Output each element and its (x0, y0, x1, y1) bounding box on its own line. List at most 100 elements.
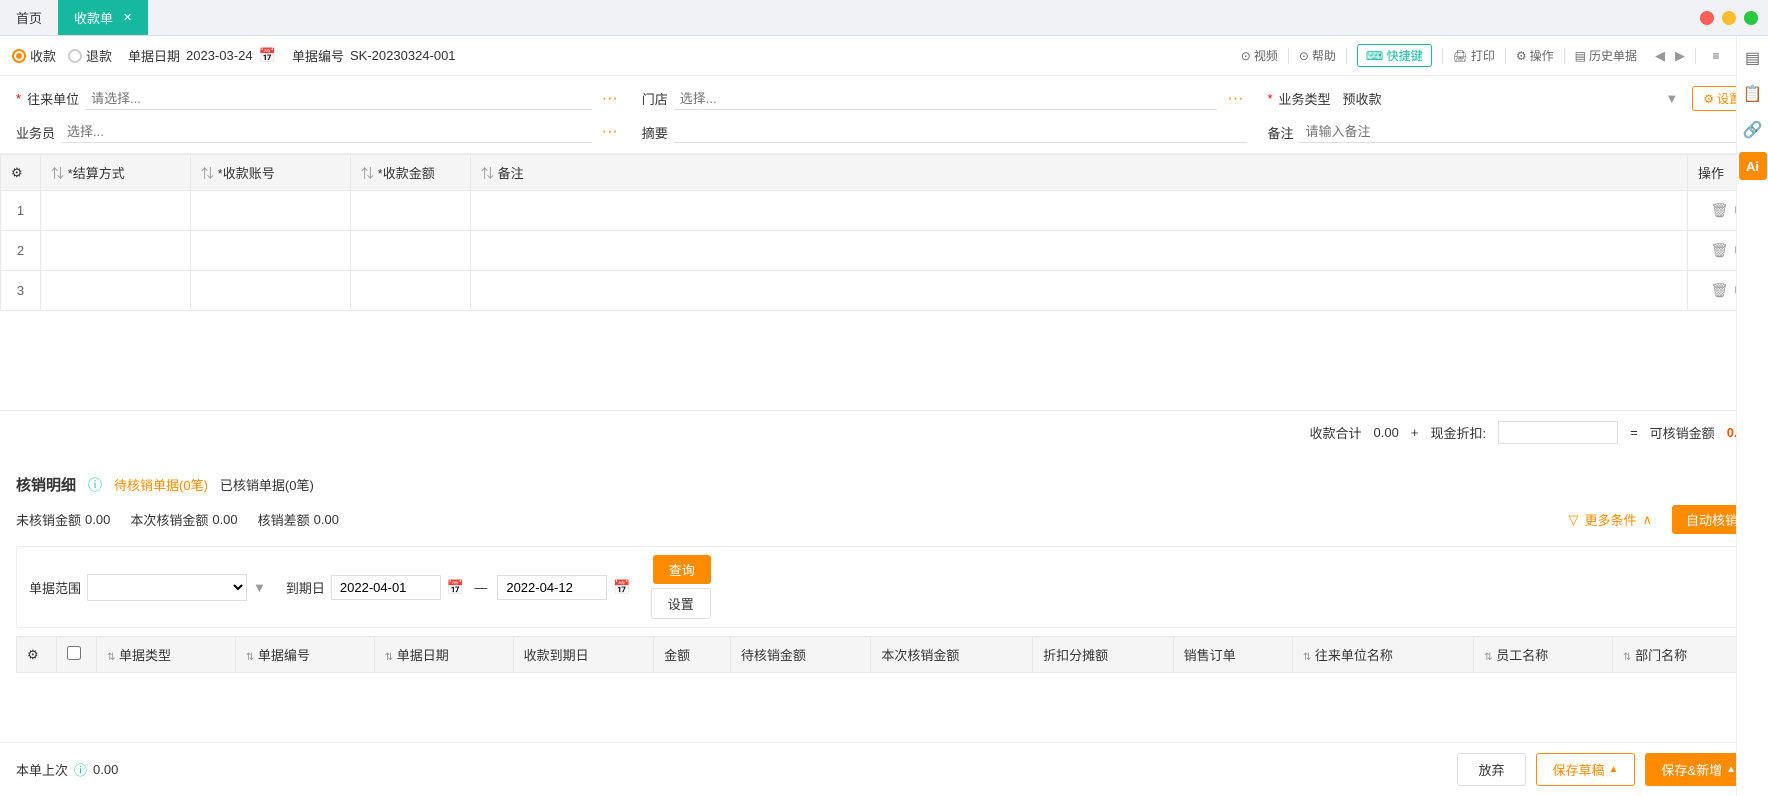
row-3-settlement[interactable] (41, 271, 191, 311)
win-max-btn[interactable] (1744, 11, 1758, 25)
store-input[interactable] (674, 88, 1218, 110)
summary-input[interactable] (674, 121, 1248, 143)
col-current-header: 本次核销金额 (871, 637, 1033, 673)
sort-icon-bt1[interactable]: ⇅ (107, 652, 115, 663)
business-type-value: 预收款 (1343, 89, 1382, 108)
counterparty-field: * 往来单位 ··· (16, 88, 622, 110)
tab-receipt[interactable]: 收款单 ✕ (58, 0, 148, 35)
sort-icon-1[interactable]: ⇅ (51, 166, 64, 181)
sidebar-link-icon[interactable]: 🔗 (1739, 116, 1767, 144)
note-input[interactable] (1299, 121, 1752, 143)
gear-icon-4: ⚙ (27, 647, 39, 662)
col-settings-header[interactable]: ⚙ (1, 155, 41, 191)
sort-icon-bt6[interactable]: ⇅ (1623, 652, 1631, 663)
row-1-settlement[interactable] (41, 191, 191, 231)
completed-tab[interactable]: 已核销单据(0笔) (220, 475, 314, 494)
shortcut-btn[interactable]: ⌨ 快捷键 (1357, 44, 1432, 67)
counterparty-input[interactable] (85, 88, 592, 110)
tab-home[interactable]: 首页 (0, 0, 58, 35)
row-3-account[interactable] (191, 271, 351, 311)
store-more-btn[interactable]: ··· (1223, 90, 1247, 108)
plus-sign: + (1411, 425, 1419, 440)
more-conditions[interactable]: ▽ 更多条件 ∧ (1568, 510, 1652, 529)
row-2-settlement[interactable] (41, 231, 191, 271)
to-calendar-icon[interactable]: 📅 (613, 579, 630, 596)
row-1-remark[interactable] (471, 191, 1688, 231)
salesperson-input[interactable] (61, 121, 592, 143)
stats-row: 未核销金额 0.00 本次核销金额 0.00 核销差额 0.00 ▽ 更多条件 … (16, 505, 1752, 534)
filter-settings-btn[interactable]: 设置 (651, 588, 711, 619)
sidebar-ai-icon[interactable]: Ai (1739, 152, 1767, 180)
history-action[interactable]: ▤ 历史单据 (1575, 47, 1637, 64)
select-all-checkbox[interactable] (67, 646, 81, 660)
win-close-btn[interactable] (1700, 11, 1714, 25)
col-amount-header: 金额 (654, 637, 731, 673)
tab-bar: 首页 收款单 ✕ (0, 0, 1768, 36)
nav-prev-icon[interactable]: ◀ (1655, 48, 1665, 64)
radio-receipt[interactable]: 收款 (12, 46, 56, 65)
sidebar-clipboard-icon[interactable]: 📋 (1739, 80, 1767, 108)
bottom-actions: 放弃 保存草稿 ▲ 保存&新增 ▲ (1457, 753, 1752, 786)
sort-icon-2[interactable]: ⇅ (201, 166, 214, 181)
current-verify-amount: 本次核销金额 0.00 (130, 510, 237, 529)
col-discount-header: 折扣分摊额 (1033, 637, 1173, 673)
sort-icon-bt5[interactable]: ⇅ (1484, 652, 1492, 663)
discount-input[interactable] (1498, 421, 1618, 444)
due-date-from[interactable] (331, 575, 441, 600)
sort-icon-bt4[interactable]: ⇅ (1303, 652, 1311, 663)
due-date-to[interactable] (497, 575, 607, 600)
sort-icon-4[interactable]: ⇅ (481, 166, 494, 181)
salesperson-more-btn[interactable]: ··· (598, 123, 622, 141)
home-label: 首页 (16, 8, 42, 27)
col-settlement-header: ⇅ *结算方式 (41, 155, 191, 191)
sort-icon-3[interactable]: ⇅ (361, 166, 374, 181)
row-2-account[interactable] (191, 231, 351, 271)
nav-next-icon[interactable]: ▶ (1675, 48, 1685, 64)
col-gear-header[interactable]: ⚙ (17, 637, 57, 673)
business-type-field: * 业务类型 预收款 ▼ ⚙ 设置 (1267, 86, 1752, 111)
divider-5 (1564, 48, 1565, 64)
save-draft-btn[interactable]: 保存草稿 ▲ (1536, 753, 1636, 786)
business-type-label: 业务类型 (1279, 89, 1331, 108)
sort-icon-bt2[interactable]: ⇅ (246, 652, 254, 663)
row-2-delete-icon[interactable]: 🗑 (1711, 242, 1729, 259)
save-new-label: 保存&新增 (1661, 760, 1722, 779)
radio-refund-dot (68, 49, 82, 63)
radio-refund[interactable]: 退款 (68, 46, 112, 65)
sort-icon-bt3[interactable]: ⇅ (385, 652, 393, 663)
counterparty-more-btn[interactable]: ··· (598, 90, 622, 108)
list-layout-icon[interactable]: ≡ (1706, 48, 1726, 64)
tab-close-icon[interactable]: ✕ (123, 11, 132, 24)
business-type-arrow[interactable]: ▼ (1665, 91, 1678, 106)
row-3-amount[interactable] (351, 271, 471, 311)
row-2-remark[interactable] (471, 231, 1688, 271)
row-1-amount[interactable] (351, 191, 471, 231)
radio-receipt-dot (12, 49, 26, 63)
col-checkbox-header[interactable] (57, 637, 97, 673)
win-min-btn[interactable] (1722, 11, 1736, 25)
row-3-remark[interactable] (471, 271, 1688, 311)
video-action[interactable]: ⊙ 视频 (1241, 47, 1278, 64)
sidebar-table-icon[interactable]: ▤ (1739, 44, 1767, 72)
filter-icon: ▽ (1568, 512, 1578, 528)
col-bill-date-header: ⇅ 单据日期 (374, 637, 513, 673)
query-btn[interactable]: 查询 (653, 555, 711, 584)
save-draft-arrow: ▲ (1609, 764, 1619, 775)
abandon-btn[interactable]: 放弃 (1457, 753, 1525, 786)
row-3-delete-icon[interactable]: 🗑 (1711, 282, 1729, 299)
help-action[interactable]: ⊙ 帮助 (1299, 47, 1336, 64)
operation-action[interactable]: ⚙ 操作 (1516, 47, 1554, 64)
row-1-account[interactable] (191, 191, 351, 231)
row-2-amount[interactable] (351, 231, 471, 271)
calendar-icon[interactable]: 📅 (259, 47, 276, 64)
row-1-delete-icon[interactable]: 🗑 (1711, 202, 1729, 219)
help-icon: ⊙ (1299, 49, 1309, 63)
from-calendar-icon[interactable]: 📅 (447, 579, 464, 596)
print-action[interactable]: 🖨 打印 (1453, 47, 1495, 64)
divider-3 (1442, 48, 1443, 64)
pending-tab[interactable]: 待核销单据(0笔) (114, 475, 208, 494)
col-bill-no-header: ⇅ 单据编号 (235, 637, 374, 673)
range-select[interactable] (87, 574, 247, 601)
bill-date-label: 单据日期 (128, 46, 180, 65)
info-icon[interactable]: ⓘ (88, 475, 102, 495)
